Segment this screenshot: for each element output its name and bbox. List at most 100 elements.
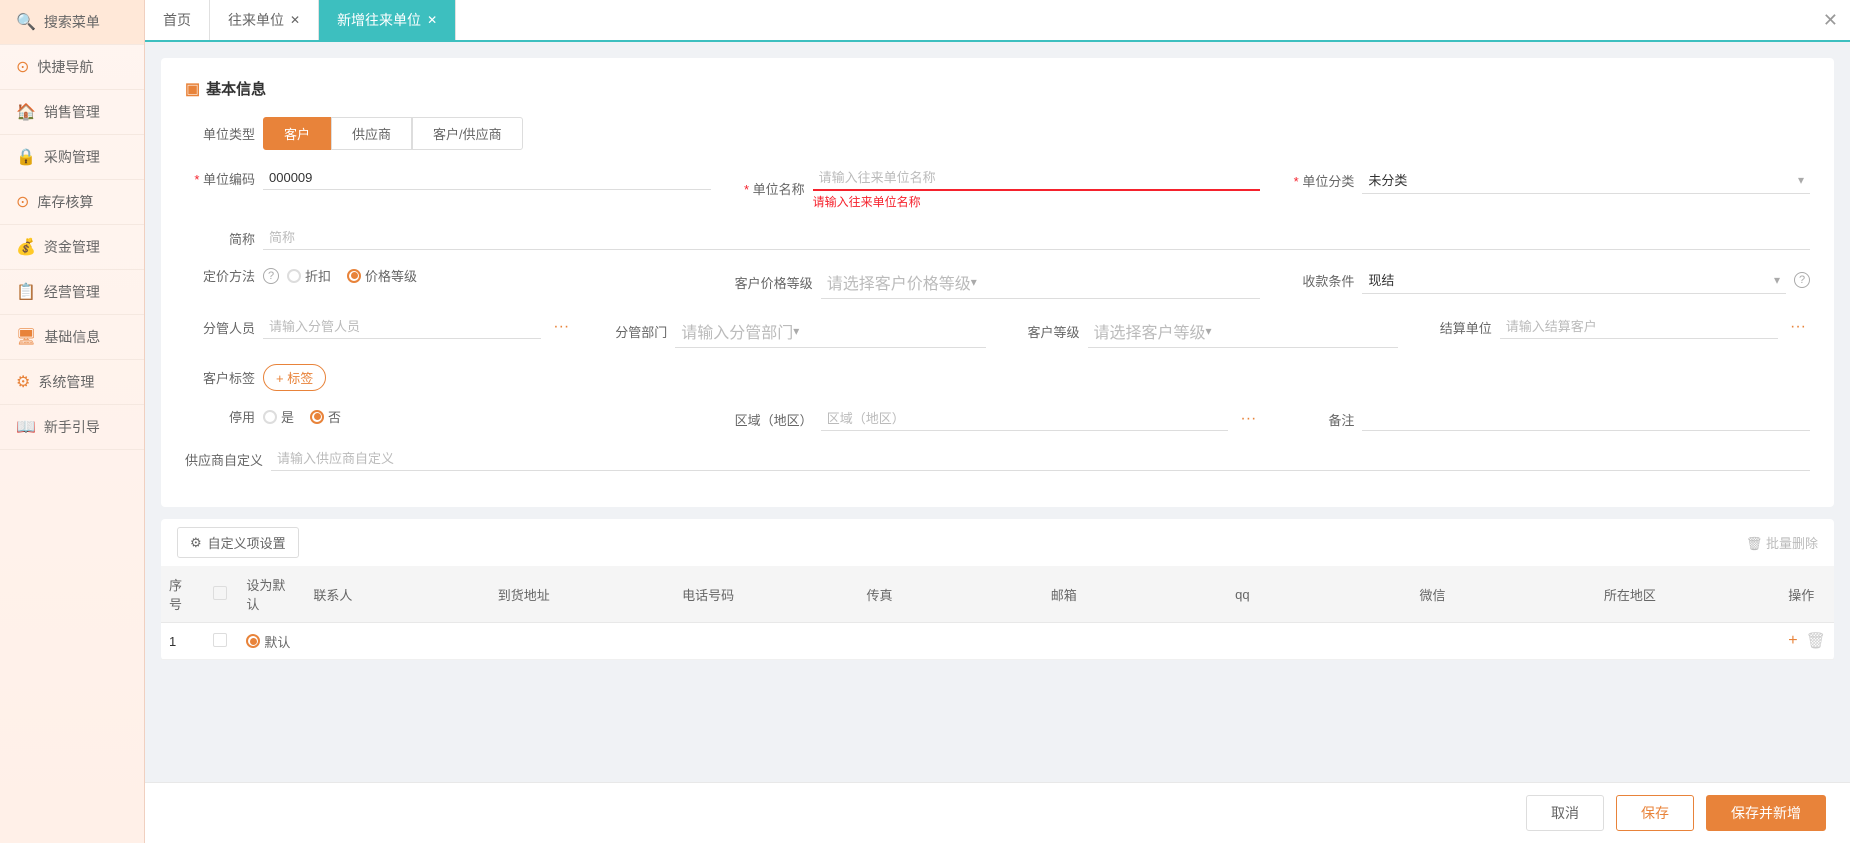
supplier-custom-input[interactable] <box>271 447 1810 471</box>
sidebar-item-system[interactable]: ⚙ 系统管理 <box>0 360 144 405</box>
row-address[interactable] <box>490 623 674 660</box>
sidebar-item-purchase[interactable]: 🔒 采购管理 <box>0 135 144 180</box>
settlement-label: 结算单位 <box>1422 318 1492 337</box>
sidebar-item-operations[interactable]: 📋 经营管理 <box>0 270 144 315</box>
row-wechat[interactable] <box>1412 623 1596 660</box>
both-btn[interactable]: 客户/供应商 <box>412 117 523 150</box>
pricing-method-help[interactable]: ? <box>263 268 279 284</box>
sidebar-item-inventory[interactable]: ⊙ 库存核算 <box>0 180 144 225</box>
settlement-more-btn[interactable]: ··· <box>1786 318 1810 336</box>
unit-category-value: 未分类 <box>1368 170 1798 189</box>
settlement-input[interactable] <box>1500 315 1778 339</box>
row-wechat-input[interactable] <box>1420 634 1588 649</box>
customer-level-select[interactable]: 请选择客户等级 ▾ <box>1088 315 1398 348</box>
add-tag-button[interactable]: + 标签 <box>263 364 326 391</box>
row-fax-input[interactable] <box>866 634 1034 649</box>
row-contact-input[interactable] <box>313 634 481 649</box>
row-qq[interactable] <box>1227 623 1411 660</box>
manager-input[interactable] <box>263 315 541 339</box>
sidebar-item-finance[interactable]: 💰 资金管理 <box>0 225 144 270</box>
customer-price-level-select[interactable]: 请选择客户价格等级 ▾ <box>821 266 1261 299</box>
manager-more-btn[interactable]: ··· <box>549 318 573 336</box>
row-qq-input[interactable] <box>1235 634 1403 649</box>
row-add-btn[interactable]: + <box>1788 632 1797 650</box>
customer-level-arrow: ▾ <box>1206 324 1212 338</box>
tag-label: 客户标签 <box>185 368 255 387</box>
unit-category-label: 单位分类 <box>1284 171 1354 190</box>
tab-spacer <box>456 0 1811 40</box>
sidebar-item-search[interactable]: 🔍 搜索菜单 <box>0 0 144 45</box>
select-all-checkbox[interactable] <box>213 586 227 600</box>
disabled-yes-circle <box>263 410 277 424</box>
supplier-btn[interactable]: 供应商 <box>331 117 412 150</box>
tab-new-trading-unit[interactable]: 新增往来单位 ✕ <box>319 0 456 40</box>
table-row: 1 默认 <box>161 623 1834 660</box>
discount-label: 折扣 <box>305 266 331 285</box>
department-label: 分管部门 <box>597 322 667 341</box>
tab-home-label: 首页 <box>163 10 191 30</box>
system-icon: ⚙ <box>16 372 30 392</box>
purchase-icon: 🔒 <box>16 147 36 167</box>
operations-icon: 📋 <box>16 282 36 302</box>
customer-btn[interactable]: 客户 <box>263 117 331 150</box>
row-checkbox[interactable] <box>213 633 227 647</box>
batch-delete-button[interactable]: 🗑 批量删除 <box>1746 533 1818 552</box>
short-name-input[interactable] <box>263 226 1810 250</box>
row-region-input[interactable] <box>1604 634 1772 649</box>
discount-radio[interactable]: 折扣 <box>287 266 331 285</box>
row-fax[interactable] <box>858 623 1042 660</box>
row-phone[interactable] <box>674 623 858 660</box>
unit-category-select[interactable]: 未分类 ▾ <box>1362 166 1810 194</box>
row-contact[interactable] <box>305 623 489 660</box>
table-body: 1 默认 <box>161 623 1834 660</box>
tab-new-trading-unit-close[interactable]: ✕ <box>427 13 437 27</box>
sidebar-item-label: 基础信息 <box>44 327 100 347</box>
cancel-button[interactable]: 取消 <box>1526 795 1604 831</box>
customer-price-arrow: ▾ <box>971 275 977 289</box>
region-more-btn[interactable]: ··· <box>1236 410 1260 428</box>
price-level-radio[interactable]: 价格等级 <box>347 266 417 285</box>
department-arrow: ▾ <box>793 324 799 338</box>
batch-delete-label: 批量删除 <box>1766 536 1818 551</box>
tab-home[interactable]: 首页 <box>145 0 210 40</box>
disabled-yes-radio[interactable]: 是 <box>263 407 294 426</box>
wechat-header: 微信 <box>1412 566 1596 623</box>
sidebar-item-label: 经营管理 <box>44 282 100 302</box>
region-input[interactable] <box>821 407 1229 431</box>
disabled-no-radio[interactable]: 否 <box>310 407 341 426</box>
payment-terms-field: 收款条件 现结 ▾ ? <box>1284 266 1810 294</box>
row-delete-btn[interactable]: 🗑 <box>1806 631 1826 651</box>
department-select[interactable]: 请输入分管部门 ▾ <box>675 315 985 348</box>
save-button[interactable]: 保存 <box>1616 795 1694 831</box>
payment-terms-help[interactable]: ? <box>1794 272 1810 288</box>
row-email-input[interactable] <box>1051 634 1219 649</box>
phone-header: 电话号码 <box>674 566 858 623</box>
manager-field: 分管人员 ··· <box>185 315 573 339</box>
unit-type-field: 单位类型 客户 供应商 客户/供应商 <box>185 117 1810 150</box>
unit-code-input[interactable] <box>263 166 711 190</box>
sidebar-item-sales[interactable]: 🏠 销售管理 <box>0 90 144 135</box>
manager-row: 分管人员 ··· 分管部门 请输入分管部门 ▾ 客户等级 请选择客户等级 ▾ <box>185 315 1810 348</box>
sidebar-item-quick-nav[interactable]: ⊙ 快捷导航 <box>0 45 144 90</box>
payment-terms-select[interactable]: 现结 ▾ <box>1362 266 1786 294</box>
tab-trading-units-close[interactable]: ✕ <box>290 13 300 27</box>
tab-trading-units[interactable]: 往来单位 ✕ <box>210 0 319 40</box>
sidebar-item-new-user[interactable]: 📖 新手引导 <box>0 405 144 450</box>
row-default-radio[interactable]: 默认 <box>246 632 297 651</box>
close-all-button[interactable]: ✕ <box>1811 0 1850 40</box>
close-all-icon: ✕ <box>1823 10 1838 31</box>
table-toolbar: ⚙ 自定义项设置 🗑 批量删除 <box>161 519 1834 566</box>
row-phone-input[interactable] <box>682 634 850 649</box>
row-address-input[interactable] <box>498 634 666 649</box>
sidebar-item-basic-info[interactable]: 🖥 基础信息 <box>0 315 144 360</box>
save-new-button[interactable]: 保存并新增 <box>1706 795 1826 831</box>
unit-name-input[interactable] <box>813 166 1261 191</box>
remarks-input[interactable] <box>1362 407 1810 431</box>
table-head: 序号 设为默认 联系人 到货地址 电话号码 传真 邮箱 qq 微信 所在地区 <box>161 566 1834 623</box>
row-default-cell: 默认 <box>238 623 305 660</box>
custom-settings-button[interactable]: ⚙ 自定义项设置 <box>177 527 299 558</box>
search-icon: 🔍 <box>16 12 36 32</box>
tab-trading-units-label: 往来单位 <box>228 10 284 30</box>
row-email[interactable] <box>1043 623 1227 660</box>
row-region[interactable] <box>1596 623 1780 660</box>
